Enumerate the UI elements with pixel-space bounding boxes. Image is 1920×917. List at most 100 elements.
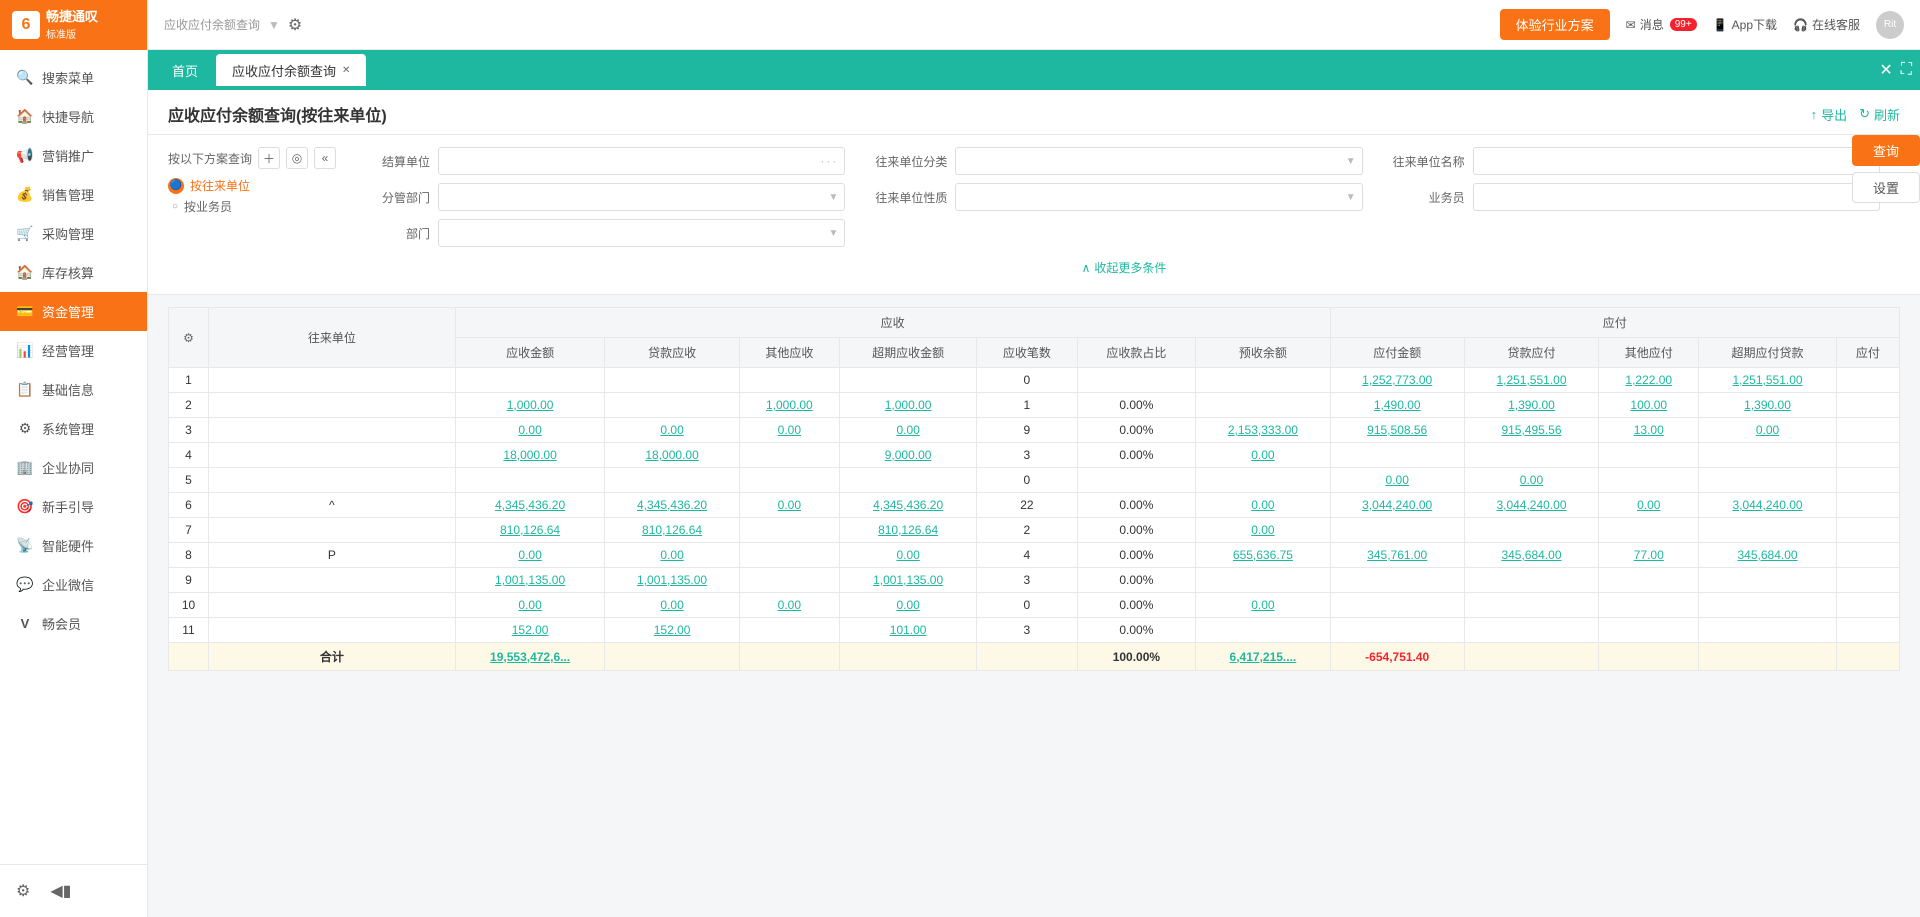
table-row: 101,252,773.001,251,551.001,222.001,251,…	[169, 368, 1900, 393]
total-ar-overdue-cell	[839, 643, 976, 671]
partner-name-input[interactable]: ···	[1473, 147, 1880, 175]
sidebar-label: 经营管理	[42, 341, 94, 360]
sales-icon: 💰	[16, 186, 34, 204]
dept-manager-input[interactable]: ▼	[438, 183, 845, 211]
th-group-ar: 应收	[455, 308, 1330, 338]
sidebar-item-corp-wx[interactable]: 💬 企业微信	[0, 565, 147, 604]
total-ar-other-cell	[739, 643, 839, 671]
filter-group2[interactable]: ○ 按业务员	[168, 198, 336, 215]
collapse-more-btn[interactable]: ∧ 收起更多条件	[1082, 253, 1167, 282]
sidebar-label: 新手引导	[42, 497, 94, 516]
sidebar-item-quick-nav[interactable]: 🏠 快捷导航	[0, 97, 147, 136]
sidebar-item-member[interactable]: V 畅会员	[0, 604, 147, 643]
operation-icon: 📊	[16, 342, 34, 360]
dept-input[interactable]: ▼	[438, 219, 845, 247]
refresh-button[interactable]: ↻ 刷新	[1859, 105, 1900, 124]
total-ap-overdue-cell	[1699, 643, 1836, 671]
message-label: 消息	[1640, 16, 1664, 33]
filter-scheme-label: 按以下方案查询	[168, 150, 252, 167]
sidebar-label: 销售管理	[42, 185, 94, 204]
app-download-button[interactable]: 📱 App下载	[1713, 16, 1777, 33]
total-ar-amount-cell: 19,553,472,6...	[455, 643, 605, 671]
salesman-input[interactable]: ···	[1473, 183, 1880, 211]
filter-group1-label: 按往来单位	[190, 177, 250, 194]
settlement-unit-input[interactable]: ···	[438, 147, 845, 175]
collapse-filter-btn[interactable]: «	[314, 147, 336, 169]
sidebar-item-system[interactable]: ⚙ 系统管理	[0, 409, 147, 448]
online-service-button[interactable]: 🎧 在线客服	[1793, 16, 1860, 33]
marketing-icon: 📢	[16, 147, 34, 165]
main-area: 应收应付余额查询 ▼ ⚙ 体验行业方案 ✉ 消息 99+ 📱 App下载 🎧 在…	[148, 0, 1920, 917]
message-button[interactable]: ✉ 消息 99+	[1626, 16, 1697, 33]
table-row: 8P0.000.000.0040.00%655,636.75345,761.00…	[169, 543, 1900, 568]
sidebar-item-operation[interactable]: 📊 经营管理	[0, 331, 147, 370]
user-avatar[interactable]: Rit	[1876, 11, 1904, 39]
add-filter-btn[interactable]: ＋	[258, 147, 280, 169]
sidebar-item-sales[interactable]: 💰 销售管理	[0, 175, 147, 214]
guide-icon: 🎯	[16, 498, 34, 516]
total-ap-extra-cell	[1836, 643, 1899, 671]
filter-group1[interactable]: 🔵 按往来单位	[168, 177, 336, 194]
table-row: 418,000.0018,000.009,000.0030.00%0.00	[169, 443, 1900, 468]
sidebar-label: 采购管理	[42, 224, 94, 243]
tab-close-all-icon[interactable]: ✕	[1879, 60, 1892, 80]
system-icon: ⚙	[16, 420, 34, 438]
sidebar-label: 企业协同	[42, 458, 94, 477]
tab-home-label: 首页	[172, 61, 198, 80]
sidebar-item-corp[interactable]: 🏢 企业协同	[0, 448, 147, 487]
edit-filter-btn[interactable]: ◎	[286, 147, 308, 169]
field-dept: 部门 ▼	[348, 219, 865, 247]
tab-bar: 首页 应收应付余额查询 ✕ ✕ ⛶	[148, 50, 1920, 90]
chevron-down-icon: ▼	[828, 192, 838, 203]
table-row: 100.000.000.000.0000.00%0.00	[169, 593, 1900, 618]
sidebar-item-smart-hw[interactable]: 📡 智能硬件	[0, 526, 147, 565]
collapse-sidebar-icon[interactable]: ◀▮	[50, 881, 71, 901]
finance-icon: 💳	[16, 303, 34, 321]
th-ar-overdue: 超期应收金额	[839, 338, 976, 368]
sidebar-item-marketing[interactable]: 📢 营销推广	[0, 136, 147, 175]
sidebar-item-guide[interactable]: 🎯 新手引导	[0, 487, 147, 526]
search-menu-icon: 🔍	[16, 69, 34, 87]
tab-ar-ap[interactable]: 应收应付余额查询 ✕	[216, 54, 366, 86]
dept-manager-label: 分管部门	[348, 189, 438, 206]
settlement-unit-label: 结算单位	[348, 153, 438, 170]
sidebar-item-inventory[interactable]: 🏠 库存核算	[0, 253, 147, 292]
user-name: Rit	[1884, 19, 1896, 30]
chevron-down-icon: ▼	[1346, 192, 1356, 203]
edition-badge: 标准版	[46, 26, 98, 41]
sidebar-label: 资金管理	[42, 302, 94, 321]
export-button[interactable]: ↑ 导出	[1811, 105, 1848, 124]
sidebar-item-basic-info[interactable]: 📋 基础信息	[0, 370, 147, 409]
partner-nature-input[interactable]: ▼	[955, 183, 1362, 211]
table-settings-icon[interactable]: ⚙	[183, 331, 194, 345]
partner-name-label: 往来单位名称	[1383, 153, 1473, 170]
settings-footer-icon[interactable]: ⚙	[16, 881, 30, 901]
tab-home[interactable]: 首页	[156, 54, 214, 86]
field-dept-manager: 分管部门 ▼	[348, 183, 865, 211]
set-button[interactable]: 设置	[1852, 172, 1920, 203]
sidebar-nav: 🔍 搜索菜单 🏠 快捷导航 📢 营销推广 💰 销售管理 🛒 采购管理 🏠	[0, 50, 147, 864]
sidebar-item-search-menu[interactable]: 🔍 搜索菜单	[0, 58, 147, 97]
page-header: 应收应付余额查询(按往来单位) ↑ 导出 ↻ 刷新	[148, 90, 1920, 135]
breadcrumb-text: 应收应付余额查询	[164, 16, 260, 33]
total-ap-amount-cell: -654,751.40	[1330, 643, 1464, 671]
sidebar-item-purchase[interactable]: 🛒 采购管理	[0, 214, 147, 253]
tab-maximize-icon[interactable]: ⛶	[1901, 61, 1912, 79]
sidebar-item-finance[interactable]: 💳 资金管理	[0, 292, 147, 331]
tab-ar-ap-label: 应收应付余额查询	[232, 61, 336, 80]
page-title-row: 应收应付余额查询(按往来单位) ↑ 导出 ↻ 刷新	[168, 102, 1900, 126]
th-ap-amount: 应付金额	[1330, 338, 1464, 368]
field-salesman: 业务员 ···	[1383, 183, 1900, 211]
query-button[interactable]: 查询	[1852, 135, 1920, 166]
tab-close-icon[interactable]: ✕	[342, 65, 350, 76]
table-row: 21,000.001,000.001,000.0010.00%1,490.001…	[169, 393, 1900, 418]
logo-icon: 6	[12, 11, 40, 39]
field-settlement-unit: 结算单位 ···	[348, 147, 865, 175]
gear-button[interactable]: ⚙	[288, 15, 302, 35]
th-ar-ratio: 应收款占比	[1077, 338, 1196, 368]
partner-category-input[interactable]: ▼	[955, 147, 1362, 175]
purchase-icon: 🛒	[16, 225, 34, 243]
table-area: ⚙ 往来单位 应收 应付 应收金额 贷款应收 其他应收 超期应收金额 应收笔数	[148, 295, 1920, 917]
solution-button[interactable]: 体验行业方案	[1500, 9, 1610, 40]
sidebar-label: 系统管理	[42, 419, 94, 438]
